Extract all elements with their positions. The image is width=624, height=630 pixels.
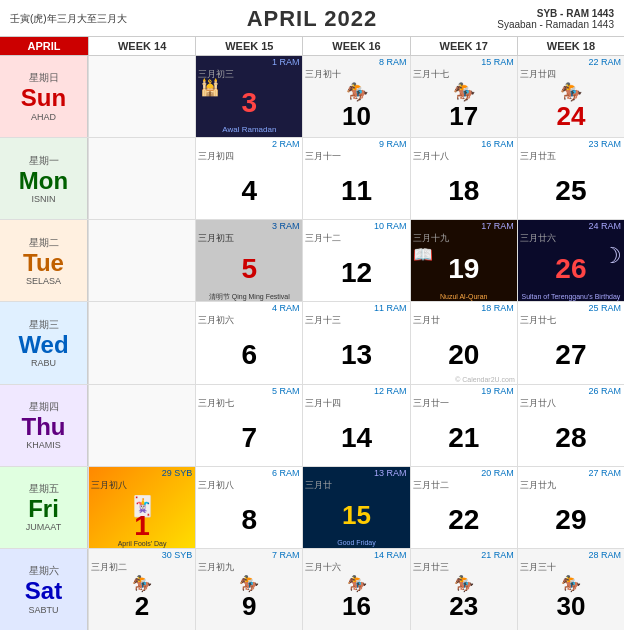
mon-w14 — [88, 138, 195, 219]
week17-header: WEEK 17 — [410, 37, 517, 55]
hijri-info: SYB - RAM 1443 Syaaban - Ramadan 1443 — [497, 8, 614, 30]
sun-w14 — [88, 56, 195, 137]
sat-w15: 7 RAM 三月初九 🏇 9 — [195, 549, 302, 630]
sat-w18: 28 RAM 三月三十 🏇 30 — [517, 549, 624, 630]
tuesday-row: 星期二 Tue SELASA 3 RAM 三月初五 5 清明节 Qing Min… — [0, 220, 624, 302]
fri-w16-goodfriday: 13 RAM 三月廿 15 Good Friday — [302, 467, 409, 548]
thu-w16: 12 RAM 三月十四 14 — [302, 385, 409, 466]
saturday-row: 星期六 Sat SABTU 30 SYB 三月初二 🏇 2 7 RAM 三月初九… — [0, 549, 624, 630]
fri-w15: 6 RAM 三月初八 8 — [195, 467, 302, 548]
mon-w15: 2 RAM 三月初四 4 — [195, 138, 302, 219]
fri-w17: 20 RAM 三月廿二 22 — [410, 467, 517, 548]
month-year-title: APRIL 2022 — [247, 6, 378, 32]
calendar-header: 壬寅(虎)年三月大至三月大 APRIL 2022 SYB - RAM 1443 … — [0, 0, 624, 37]
monday-row: 星期一 Mon ISNIN 2 RAM 三月初四 4 9 RAM 三月十一 11… — [0, 138, 624, 220]
calendar-wrapper: 壬寅(虎)年三月大至三月大 APRIL 2022 SYB - RAM 1443 … — [0, 0, 624, 630]
fri-w18: 27 RAM 三月廿九 29 — [517, 467, 624, 548]
sun-w15-ram: 1 RAM — [196, 56, 302, 69]
sun-eng: Sun — [21, 85, 66, 111]
saturday-label: 星期六 Sat SABTU — [0, 549, 88, 630]
monday-label: 星期一 Mon ISNIN — [0, 138, 88, 219]
tue-w16: 10 RAM 三月十二 12 — [302, 220, 409, 301]
week18-header: WEEK 18 — [517, 37, 624, 55]
sat-w14: 30 SYB 三月初二 🏇 2 — [88, 549, 195, 630]
wed-w17: 18 RAM 三月廿 20 © Calendar2U.com — [410, 302, 517, 383]
thursday-row: 星期四 Thu KHAMIS 5 RAM 三月初七 7 12 RAM 三月十四 … — [0, 385, 624, 467]
sunday-label: 星期日 Sun AHAD — [0, 56, 88, 137]
sun-w18: 22 RAM 三月廿四 🏇 24 — [517, 56, 624, 137]
friday-label: 星期五 Fri JUMAAT — [0, 467, 88, 548]
wed-w16: 11 RAM 三月十三 13 — [302, 302, 409, 383]
week15-header: WEEK 15 — [195, 37, 302, 55]
wednesday-row: 星期三 Wed RABU 4 RAM 三月初六 6 11 RAM 三月十三 13… — [0, 302, 624, 384]
sun-w15-event: Awal Ramadan — [196, 126, 302, 137]
sun-chinese: 星期日 — [29, 71, 59, 85]
sun-w15-awal: 1 RAM 三月初三 🕌 3 Awal Ramadan — [195, 56, 302, 137]
mon-w17: 16 RAM 三月十八 18 — [410, 138, 517, 219]
week14-header: WEEK 14 — [88, 37, 195, 55]
thu-w17: 19 RAM 三月廿一 21 — [410, 385, 517, 466]
calendar-body: 星期日 Sun AHAD 1 RAM 三月初三 🕌 3 Awal Ramadan… — [0, 56, 624, 630]
tue-w17-nuzul: 17 RAM 三月十九 📖 19 Nuzul Al-Quran — [410, 220, 517, 301]
chinese-year: 壬寅(虎)年三月大至三月大 — [10, 12, 127, 26]
sat-w17: 21 RAM 三月廿三 🏇 23 — [410, 549, 517, 630]
tuesday-label: 星期二 Tue SELASA — [0, 220, 88, 301]
friday-row: 星期五 Fri JUMAAT 29 SYB 三月初八 🃏 1 April Foo… — [0, 467, 624, 549]
sun-w16: 8 RAM 三月初十 🏇 10 — [302, 56, 409, 137]
mon-w18: 23 RAM 三月廿五 25 — [517, 138, 624, 219]
watermark-wed: © Calendar2U.com — [455, 376, 515, 383]
tue-w15-qingming: 3 RAM 三月初五 5 清明节 Qing Ming Festival — [195, 220, 302, 301]
sunday-row: 星期日 Sun AHAD 1 RAM 三月初三 🕌 3 Awal Ramadan… — [0, 56, 624, 138]
thu-w18: 26 RAM 三月廿八 28 — [517, 385, 624, 466]
thu-w14 — [88, 385, 195, 466]
wed-w15: 4 RAM 三月初六 6 — [195, 302, 302, 383]
week16-header: WEEK 16 — [302, 37, 409, 55]
tue-w14 — [88, 220, 195, 301]
fri-w14-aprilfools: 29 SYB 三月初八 🃏 1 April Fools' Day — [88, 467, 195, 548]
sun-w15-num: 3 — [242, 89, 258, 117]
sun-w17: 15 RAM 三月十七 🏇 17 — [410, 56, 517, 137]
sun-malay: AHAD — [31, 112, 56, 122]
tue-w18-sultan: 24 RAM 三月廿六 ☽ 26 Sultan of Terengganu's … — [517, 220, 624, 301]
april-col-header: APRIL — [0, 37, 88, 55]
mon-w16: 9 RAM 三月十一 11 — [302, 138, 409, 219]
wednesday-label: 星期三 Wed RABU — [0, 302, 88, 383]
thu-w15: 5 RAM 三月初七 7 — [195, 385, 302, 466]
wed-w14 — [88, 302, 195, 383]
wed-w18: 25 RAM 三月廿七 27 — [517, 302, 624, 383]
sat-w16: 14 RAM 三月十六 🏇 16 — [302, 549, 409, 630]
week-header-row: APRIL WEEK 14 WEEK 15 WEEK 16 WEEK 17 WE… — [0, 37, 624, 56]
thursday-label: 星期四 Thu KHAMIS — [0, 385, 88, 466]
